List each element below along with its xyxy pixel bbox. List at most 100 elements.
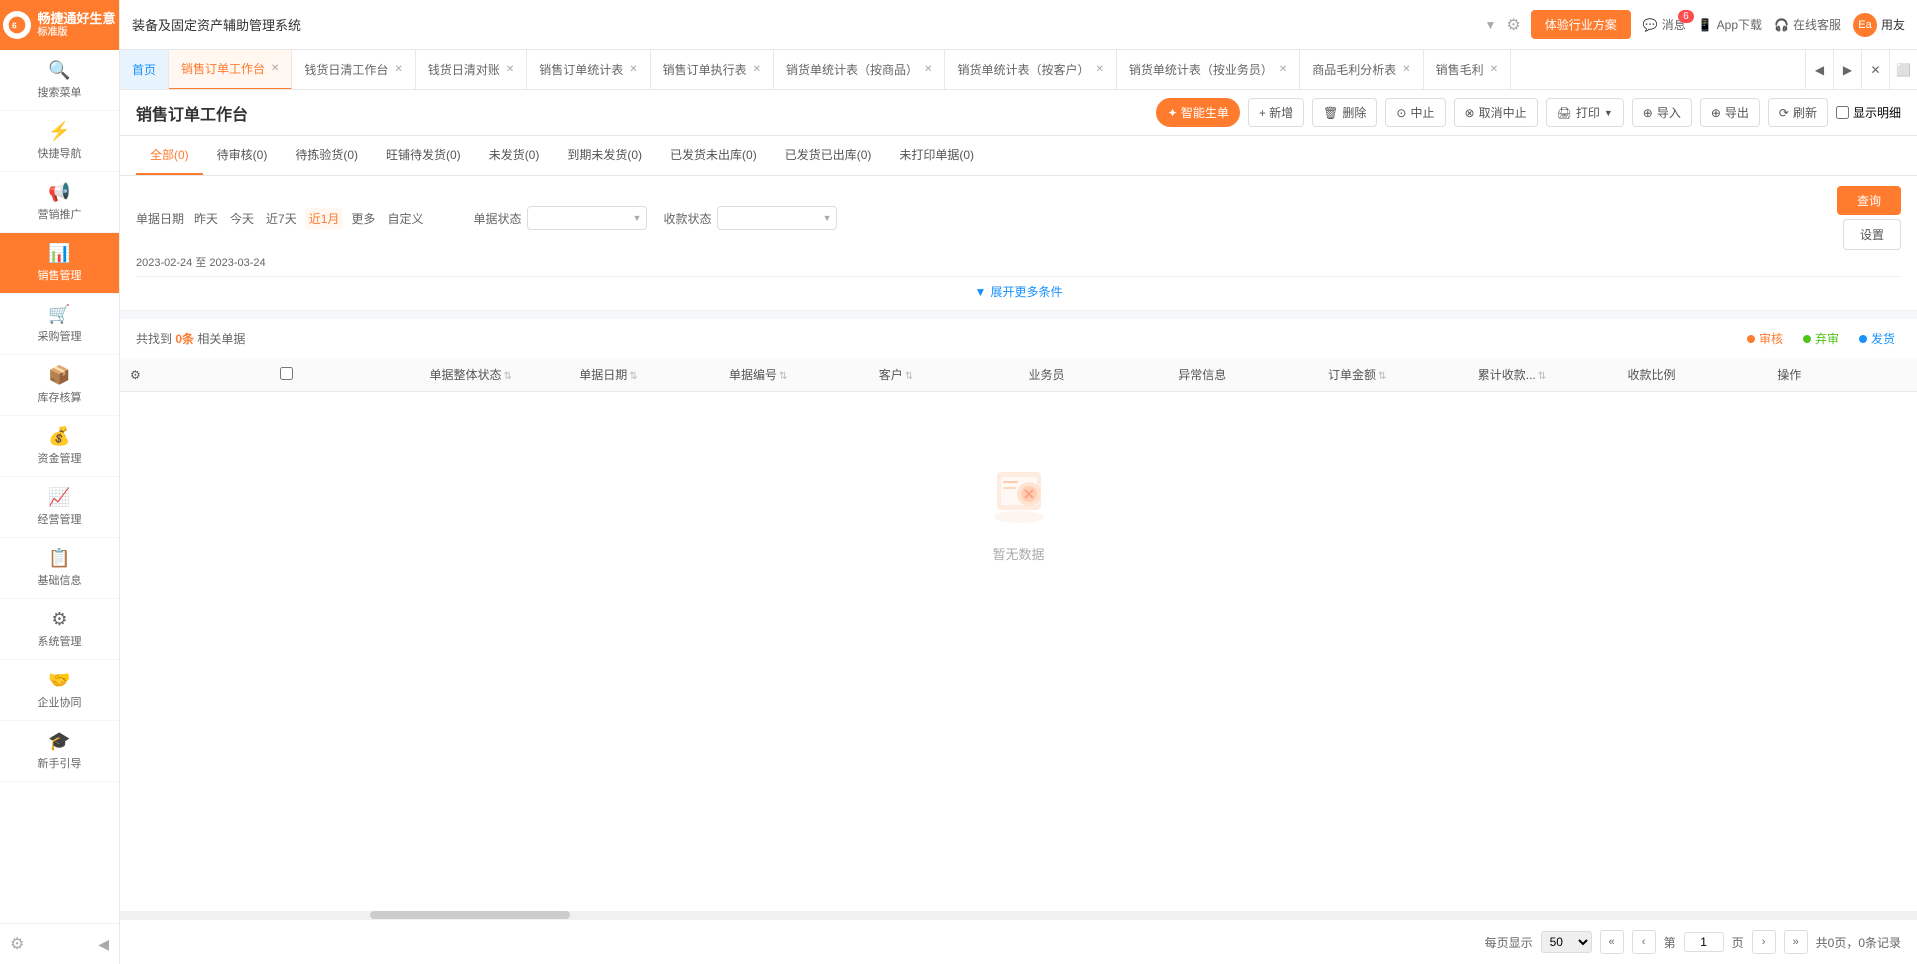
tab-close-icon[interactable]: ✕ <box>394 64 402 75</box>
column-setting-icon[interactable]: ⚙ <box>130 368 141 382</box>
subtab-到期未发货[interactable]: 到期未发货(0) <box>553 136 656 175</box>
cancel-suspend-btn[interactable]: ⊗ 取消中止 <box>1454 98 1538 127</box>
subtab-未发货[interactable]: 未发货(0) <box>475 136 554 175</box>
tab-prev-btn[interactable]: ◀ <box>1805 50 1833 90</box>
tab-3[interactable]: 钱货日清对账✕ <box>416 50 527 90</box>
app-download-btn[interactable]: 📱 App下载 <box>1698 16 1762 33</box>
print-btn[interactable]: 🖨 打印 ▼ <box>1546 98 1624 127</box>
sort-icon[interactable]: ⇅ <box>905 371 913 382</box>
subtab-待拣验货[interactable]: 待拣验货(0) <box>281 136 372 175</box>
expand-btn[interactable]: ▼ 展开更多条件 <box>136 283 1901 300</box>
payment-select[interactable] <box>717 206 837 230</box>
action-btn-发货[interactable]: 发货 <box>1853 327 1901 350</box>
tab-5[interactable]: 销售订单执行表✕ <box>651 50 774 90</box>
sidebar-item-新手引导[interactable]: 🎓 新手引导 <box>0 721 119 782</box>
date-shortcut-今天[interactable]: 今天 <box>226 208 258 229</box>
last-page-btn[interactable]: » <box>1784 930 1808 954</box>
date-shortcut-昨天[interactable]: 昨天 <box>190 208 222 229</box>
sidebar-item-营销推广[interactable]: 📢 营销推广 <box>0 172 119 233</box>
action-btn-审核[interactable]: 审核 <box>1741 327 1789 350</box>
setting-btn[interactable]: 设置 <box>1843 219 1901 250</box>
tab-next-btn[interactable]: ▶ <box>1833 50 1861 90</box>
tab-2[interactable]: 钱货日清工作台✕ <box>292 50 415 90</box>
suspend-btn[interactable]: ⊙ 中止 <box>1385 98 1445 127</box>
sidebar-item-采购管理[interactable]: 🛒 采购管理 <box>0 294 119 355</box>
page-input[interactable] <box>1684 932 1724 952</box>
tab-close-icon[interactable]: ✕ <box>1279 64 1287 75</box>
tab-7[interactable]: 销货单统计表（按客户）✕ <box>945 50 1116 90</box>
tab-close-icon[interactable]: ✕ <box>506 64 514 75</box>
scrollbar-thumb[interactable] <box>370 911 570 919</box>
tab-close-icon[interactable]: ✕ <box>924 64 932 75</box>
user-menu[interactable]: Ea 用友 <box>1853 13 1905 37</box>
refresh-btn[interactable]: ⟳ 刷新 <box>1768 98 1828 127</box>
subtab-已发货未出库[interactable]: 已发货未出库(0) <box>656 136 771 175</box>
tab-0[interactable]: 首页 <box>120 50 169 90</box>
sort-icon[interactable]: ⇅ <box>1538 371 1546 382</box>
tab-close-icon[interactable]: ✕ <box>1402 64 1410 75</box>
tab-close-icon[interactable]: ✕ <box>271 63 279 74</box>
query-btn[interactable]: 查询 <box>1837 186 1901 215</box>
tab-9[interactable]: 商品毛利分析表✕ <box>1300 50 1423 90</box>
subtab-待审核[interactable]: 待审核(0) <box>203 136 282 175</box>
tab-10[interactable]: 销售毛利✕ <box>1424 50 1511 90</box>
tab-maximize-btn[interactable]: ⬜ <box>1889 50 1917 90</box>
sidebar-item-搜索菜单[interactable]: 🔍 搜索菜单 <box>0 50 119 111</box>
horizontal-scrollbar[interactable] <box>120 911 1917 919</box>
ai-btn[interactable]: ✦ 智能生单 <box>1156 98 1239 127</box>
select-all-checkbox[interactable] <box>280 367 293 380</box>
expand-row: ▼ 展开更多条件 <box>136 276 1901 300</box>
sidebar-settings-icon[interactable]: ⚙ <box>10 934 24 954</box>
subtab-已发货已出库[interactable]: 已发货已出库(0) <box>771 136 886 175</box>
sidebar-item-经营管理[interactable]: 📈 经营管理 <box>0 477 119 538</box>
subtab-旺铺待发货[interactable]: 旺铺待发货(0) <box>372 136 475 175</box>
tab-1[interactable]: 销售订单工作台✕ <box>169 50 292 90</box>
sort-icon[interactable]: ⇅ <box>504 371 512 382</box>
tab-close-icon[interactable]: ✕ <box>1095 64 1103 75</box>
date-shortcut-近1月[interactable]: 近1月 <box>305 208 344 229</box>
dropdown-icon[interactable]: ▼ <box>1484 18 1496 32</box>
import-btn[interactable]: ⊕ 导入 <box>1632 98 1692 127</box>
sidebar-item-企业协同[interactable]: 🤝 企业协同 <box>0 660 119 721</box>
tab-close-icon[interactable]: ✕ <box>629 64 637 75</box>
sidebar-item-销售管理[interactable]: 📊 销售管理 <box>0 233 119 294</box>
message-btn[interactable]: 💬 消息 6 <box>1643 16 1686 33</box>
sidebar-item-基础信息[interactable]: 📋 基础信息 <box>0 538 119 599</box>
sort-icon[interactable]: ⇅ <box>629 371 637 382</box>
status-select[interactable] <box>527 206 647 230</box>
prev-page-btn[interactable]: ‹ <box>1632 930 1656 954</box>
settings-icon[interactable]: ⚙ <box>1506 15 1520 35</box>
first-page-btn[interactable]: « <box>1600 930 1624 954</box>
subtab-全部[interactable]: 全部(0) <box>136 136 203 175</box>
tab-6[interactable]: 销货单统计表（按商品） ✕ <box>774 50 945 90</box>
per-page-select[interactable]: 50 100 200 <box>1541 931 1592 953</box>
sidebar-item-系统管理[interactable]: ⚙ 系统管理 <box>0 599 119 660</box>
status-select-wrap <box>527 206 647 230</box>
tab-4[interactable]: 销售订单统计表✕ <box>527 50 650 90</box>
action-btn-弃审[interactable]: 弃审 <box>1797 327 1845 350</box>
empty-row: 暂无数据 <box>120 392 1917 624</box>
sidebar-item-快捷导航[interactable]: ⚡ 快捷导航 <box>0 111 119 172</box>
show-detail-checkbox[interactable] <box>1836 106 1849 119</box>
online-service-btn[interactable]: 🎧 在线客服 <box>1774 16 1841 33</box>
tab-close-icon[interactable]: ✕ <box>753 64 761 75</box>
sidebar-collapse-icon[interactable]: ◀ <box>98 936 109 953</box>
tab-close-icon[interactable]: ✕ <box>1490 64 1498 75</box>
tab-close-all-btn[interactable]: ✕ <box>1861 50 1889 90</box>
sidebar-item-资金管理[interactable]: 💰 资金管理 <box>0 416 119 477</box>
next-page-btn[interactable]: › <box>1752 930 1776 954</box>
industry-btn[interactable]: 体验行业方案 <box>1531 10 1631 39</box>
sidebar-item-库存核算[interactable]: 📦 库存核算 <box>0 355 119 416</box>
tab-8[interactable]: 销货单统计表（按业务员）✕ <box>1117 50 1300 90</box>
export-btn[interactable]: ⊕ 导出 <box>1700 98 1760 127</box>
tab-label: 销货单统计表（按商品） <box>786 61 918 78</box>
show-detail-label[interactable]: 显示明细 <box>1836 104 1901 121</box>
date-shortcut-自定义[interactable]: 自定义 <box>383 208 427 229</box>
delete-btn[interactable]: 🗑 删除 <box>1312 98 1377 127</box>
date-shortcut-更多[interactable]: 更多 <box>347 208 379 229</box>
date-shortcut-近7天[interactable]: 近7天 <box>262 208 301 229</box>
add-btn[interactable]: + 新增 <box>1248 98 1304 127</box>
subtab-未打印单据[interactable]: 未打印单据(0) <box>885 136 988 175</box>
sort-icon[interactable]: ⇅ <box>1378 371 1386 382</box>
sort-icon[interactable]: ⇅ <box>779 371 787 382</box>
